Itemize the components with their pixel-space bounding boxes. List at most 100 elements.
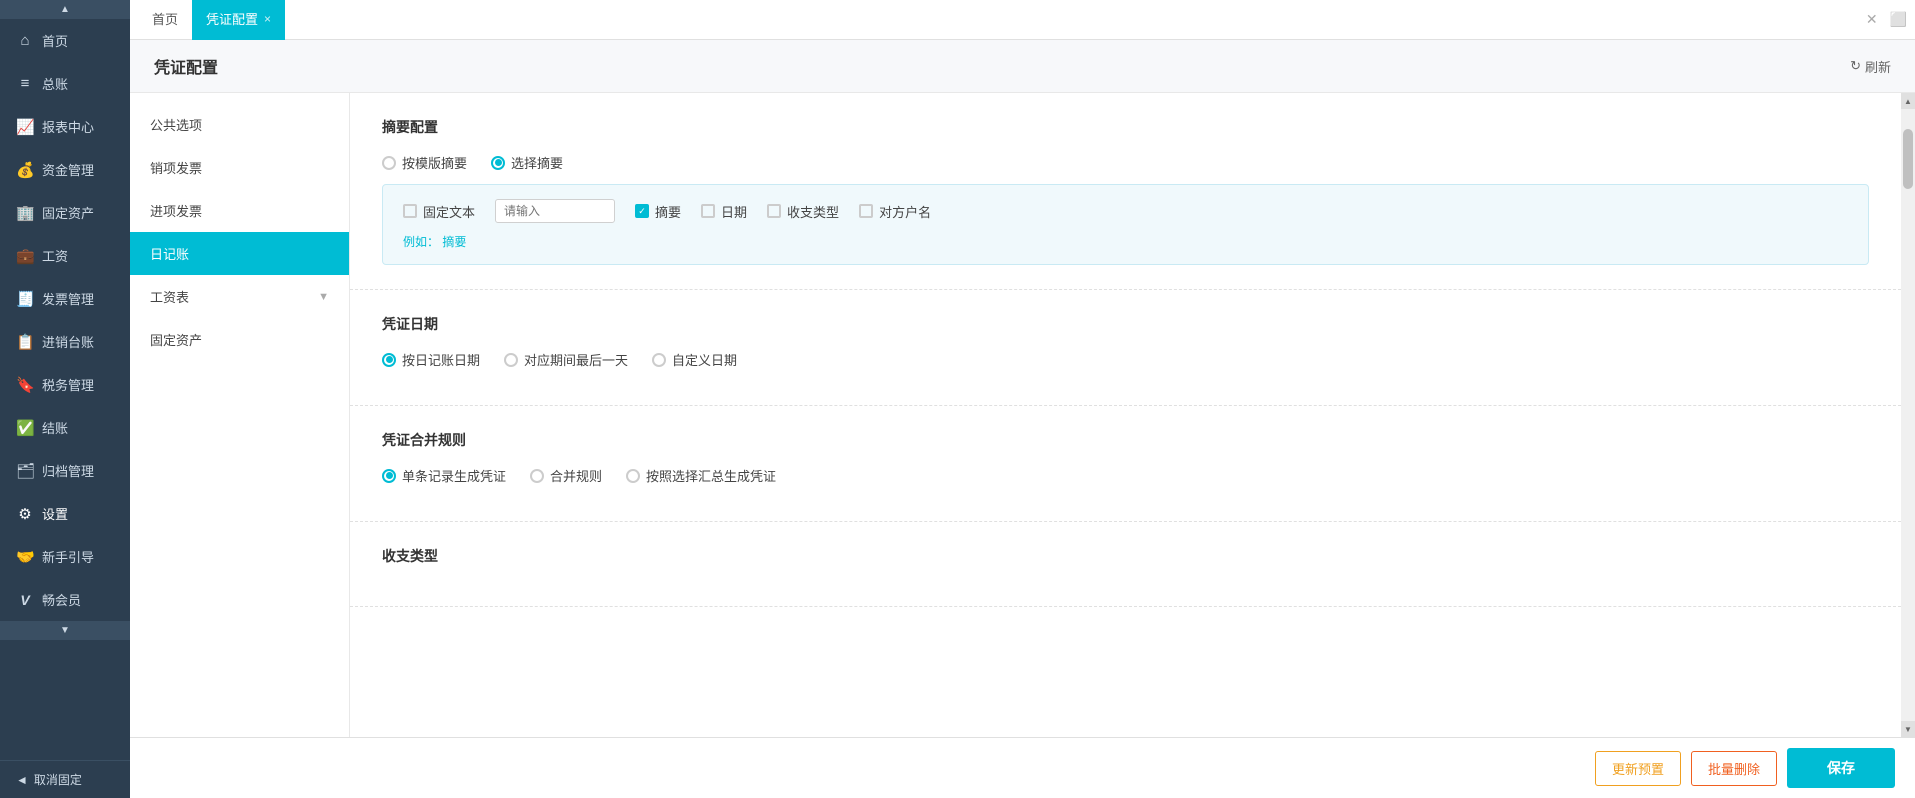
sidebar-item-closing[interactable]: ✅ 结账 — [0, 406, 130, 449]
batch-delete-button[interactable]: 批量删除 — [1691, 751, 1777, 786]
summary-radio-group: 按模版摘要 选择摘要 — [382, 153, 1869, 172]
merge-radio-group: 单条记录生成凭证 合并规则 按照选择汇总生成凭证 — [382, 466, 1869, 485]
scroll-down-arrow[interactable]: ▼ — [1901, 721, 1915, 737]
checkbox-fixed-text[interactable]: 固定文本 — [403, 202, 475, 221]
nav-item-purchase-invoice[interactable]: 进项发票 — [130, 189, 349, 232]
checkbox-fixed-text-box — [403, 204, 417, 218]
example-text: 例如： 摘要 — [403, 233, 1848, 250]
radio-custom-date-circle — [652, 353, 666, 367]
scroll-up-arrow[interactable]: ▲ — [1901, 93, 1915, 109]
sidebar-item-assets[interactable]: 🏢 固定资产 — [0, 191, 130, 234]
checkbox-date-box — [701, 204, 715, 218]
checkbox-summary[interactable]: ✓ 摘要 — [635, 202, 681, 221]
scroll-thumb[interactable] — [1903, 129, 1913, 189]
window-controls: ✕ ⬜ — [1866, 11, 1907, 28]
fixed-text-input[interactable] — [495, 199, 615, 223]
merge-section: 凭证合并规则 单条记录生成凭证 合并规则 按照选择汇总生成凭证 — [350, 406, 1901, 522]
closing-icon: ✅ — [16, 419, 34, 437]
tab-bar: 首页 凭证配置 × ✕ ⬜ — [130, 0, 1915, 40]
home-icon: ⌂ — [16, 32, 34, 49]
radio-select-summary[interactable]: 按照选择汇总生成凭证 — [626, 466, 776, 485]
sidebar-item-reports[interactable]: 📈 报表中心 — [0, 105, 130, 148]
guide-icon: 🤝 — [16, 548, 34, 566]
income-expense-section: 收支类型 — [350, 522, 1901, 607]
funds-icon: 💰 — [16, 161, 34, 179]
checkbox-row: 固定文本 ✓ 摘要 日期 收支类型 — [403, 199, 1848, 223]
sidebar-item-tax[interactable]: 🔖 税务管理 — [0, 363, 130, 406]
radio-by-journal-date[interactable]: 按日记账日期 — [382, 350, 480, 369]
sidebar-item-vip[interactable]: V 畅会员 — [0, 578, 130, 621]
checkbox-counterpart-name[interactable]: 对方户名 — [859, 202, 931, 221]
tab-voucher-config[interactable]: 凭证配置 × — [192, 0, 285, 40]
radio-select-circle — [491, 156, 505, 170]
payroll-icon: 💼 — [16, 247, 34, 265]
radio-merge-rules[interactable]: 合并规则 — [530, 466, 602, 485]
nav-item-sales-invoice[interactable]: 销项发票 — [130, 146, 349, 189]
radio-last-day[interactable]: 对应期间最后一天 — [504, 350, 628, 369]
invoice-mgmt-icon: 🧾 — [16, 290, 34, 308]
sidebar-item-guide[interactable]: 🤝 新手引导 — [0, 535, 130, 578]
purchase-sales-icon: 📋 — [16, 333, 34, 351]
tab-home[interactable]: 首页 — [138, 0, 192, 40]
reports-icon: 📈 — [16, 118, 34, 136]
checkbox-summary-box: ✓ — [635, 204, 649, 218]
radio-custom-date[interactable]: 自定义日期 — [652, 350, 737, 369]
window-close-icon[interactable]: ✕ — [1866, 11, 1878, 28]
nav-item-payroll-table[interactable]: 工资表 ▼ — [130, 275, 349, 318]
radio-journal-date-circle — [382, 353, 396, 367]
date-title: 凭证日期 — [382, 314, 1869, 334]
unpin-button[interactable]: ◄ 取消固定 — [0, 760, 130, 798]
archive-icon: 🗂 — [16, 462, 34, 480]
sidebar-scroll-down[interactable]: ▼ — [0, 621, 130, 640]
settings-icon: ⚙ — [16, 505, 34, 523]
checkbox-income-expense-box — [767, 204, 781, 218]
radio-select-summary-circle — [626, 469, 640, 483]
refresh-icon: ↻ — [1850, 58, 1861, 74]
date-section: 凭证日期 按日记账日期 对应期间最后一天 自定义日期 — [350, 290, 1901, 406]
sidebar-item-archive[interactable]: 🗂 归档管理 — [0, 449, 130, 492]
page-header: 凭证配置 ↻ 刷新 — [130, 40, 1915, 93]
update-preset-button[interactable]: 更新预置 — [1595, 751, 1681, 786]
right-content: 摘要配置 按模版摘要 选择摘要 固定文本 — [350, 93, 1901, 737]
window-max-icon[interactable]: ⬜ — [1890, 11, 1907, 28]
radio-single-circle — [382, 469, 396, 483]
tax-icon: 🔖 — [16, 376, 34, 394]
tab-close-icon[interactable]: × — [264, 12, 271, 26]
save-button[interactable]: 保存 — [1787, 748, 1895, 788]
sidebar-scroll-up[interactable]: ▲ — [0, 0, 130, 19]
content-wrapper: 公共选项 销项发票 进项发票 日记账 工资表 ▼ 固定资产 摘要配置 — [130, 93, 1915, 737]
bottom-bar: 更新预置 批量删除 保存 — [130, 737, 1915, 798]
page-title: 凭证配置 — [154, 54, 218, 78]
radio-single-record[interactable]: 单条记录生成凭证 — [382, 466, 506, 485]
merge-title: 凭证合并规则 — [382, 430, 1869, 450]
nav-item-fixed-assets[interactable]: 固定资产 — [130, 318, 349, 361]
checkbox-date[interactable]: 日期 — [701, 202, 747, 221]
sidebar-item-settings[interactable]: ⚙ 设置 — [0, 492, 130, 535]
radio-template-summary[interactable]: 按模版摘要 — [382, 153, 467, 172]
checkbox-counterpart-box — [859, 204, 873, 218]
left-nav: 公共选项 销项发票 进项发票 日记账 工资表 ▼ 固定资产 — [130, 93, 350, 737]
unpin-icon: ◄ — [16, 773, 28, 787]
radio-template-circle — [382, 156, 396, 170]
chevron-down-icon: ▼ — [318, 291, 329, 303]
ledger-icon: ≡ — [16, 75, 34, 92]
main-area: 首页 凭证配置 × ✕ ⬜ 凭证配置 ↻ 刷新 公共选项 销项发票 进项 — [130, 0, 1915, 798]
assets-icon: 🏢 — [16, 204, 34, 222]
nav-item-journal[interactable]: 日记账 — [130, 232, 349, 275]
checkbox-income-expense-type[interactable]: 收支类型 — [767, 202, 839, 221]
sidebar: ▲ ⌂ 首页 ≡ 总账 📈 报表中心 💰 资金管理 🏢 固定资产 💼 工资 🧾 … — [0, 0, 130, 798]
income-expense-title: 收支类型 — [382, 546, 1869, 566]
radio-last-day-circle — [504, 353, 518, 367]
sidebar-item-payroll[interactable]: 💼 工资 — [0, 234, 130, 277]
summary-title: 摘要配置 — [382, 117, 1869, 137]
sidebar-item-purchase-sales[interactable]: 📋 进销台账 — [0, 320, 130, 363]
scrollbar: ▲ ▼ — [1901, 93, 1915, 737]
radio-merge-rules-circle — [530, 469, 544, 483]
sidebar-item-funds[interactable]: 💰 资金管理 — [0, 148, 130, 191]
sidebar-item-invoice-mgmt[interactable]: 🧾 发票管理 — [0, 277, 130, 320]
sidebar-item-home[interactable]: ⌂ 首页 — [0, 19, 130, 62]
radio-select-summary[interactable]: 选择摘要 — [491, 153, 563, 172]
refresh-button[interactable]: ↻ 刷新 — [1850, 57, 1891, 76]
nav-item-public[interactable]: 公共选项 — [130, 103, 349, 146]
sidebar-item-ledger[interactable]: ≡ 总账 — [0, 62, 130, 105]
